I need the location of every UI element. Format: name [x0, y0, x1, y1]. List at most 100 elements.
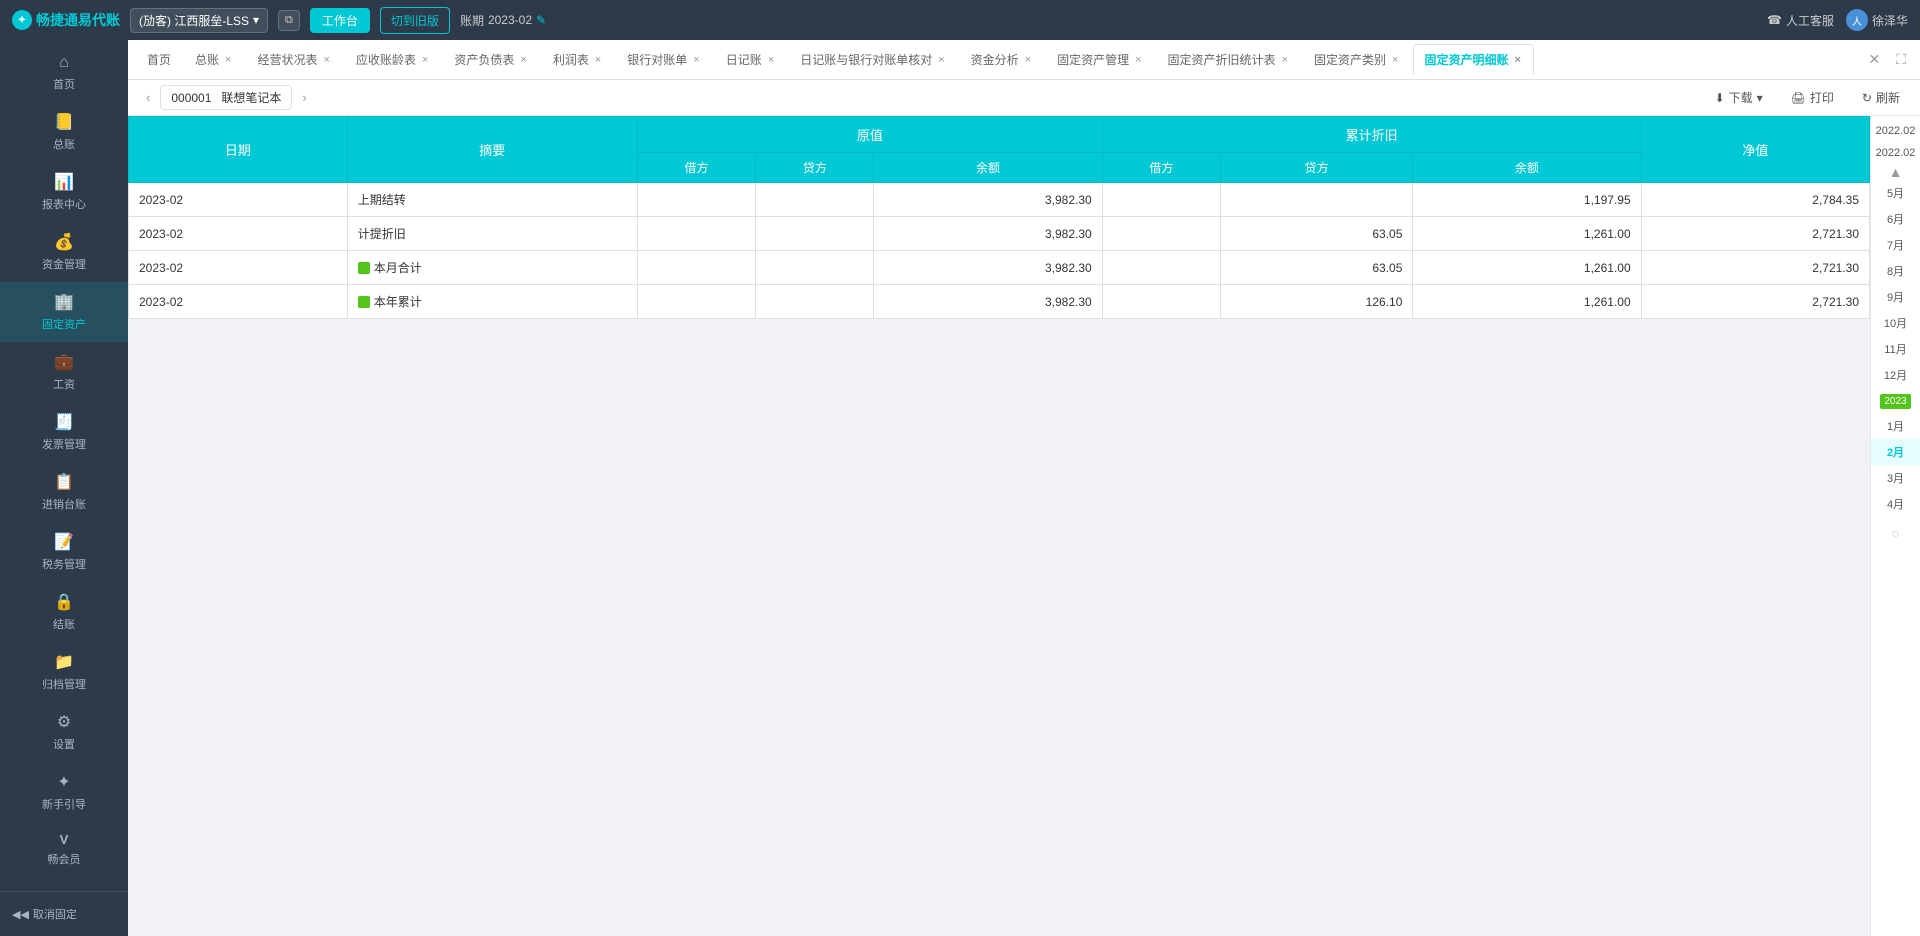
cell-orig-credit-1 [756, 217, 874, 251]
tab-ledger-close[interactable]: × [223, 53, 233, 67]
sidebar-item-capital[interactable]: 💰 资金管理 [0, 222, 128, 282]
tab-profit-label: 利润表 [553, 51, 589, 68]
tab-business-close[interactable]: × [321, 53, 331, 67]
tab-fixed-mgmt[interactable]: 固定资产管理 × [1046, 44, 1154, 75]
sidebar-item-closing[interactable]: 🔒 结账 [0, 582, 128, 642]
tab-receivable[interactable]: 应收账龄表 × [345, 44, 441, 75]
cell-acc-balance-1: 1,261.00 [1413, 217, 1641, 251]
tab-balance-close[interactable]: × [518, 53, 528, 67]
tab-maximize-button[interactable]: ⛶ [1890, 49, 1912, 70]
switch-old-button[interactable]: 切到旧版 [380, 7, 450, 34]
download-button[interactable]: ⬇ 下载 ▾ [1707, 85, 1771, 110]
tab-ledger[interactable]: 总账 × [184, 44, 244, 75]
sidebar-item-settings[interactable]: ⚙ 设置 [0, 702, 128, 762]
tab-profit[interactable]: 利润表 × [542, 44, 614, 75]
company-selector[interactable]: (劢客) 江西服垒-LSS ▾ [130, 8, 268, 33]
archive-icon: 📁 [54, 652, 74, 672]
tab-profit-close[interactable]: × [593, 53, 603, 67]
print-button[interactable]: 🖨 打印 [1783, 85, 1842, 110]
date-panel-3[interactable]: 3月 [1871, 465, 1920, 491]
cancel-fixed-button[interactable]: ◀◀ 取消固定 [4, 900, 124, 928]
date-panel-4[interactable]: 4月 [1871, 491, 1920, 517]
cell-date-1: 2023-02 [129, 217, 348, 251]
th-orig-debit: 借方 [637, 153, 755, 183]
date-panel-10[interactable]: 10月 [1871, 310, 1920, 336]
date-panel-circle-icon[interactable]: ○ [1891, 525, 1899, 541]
tab-journal[interactable]: 日记账 × [715, 44, 787, 75]
sidebar-item-invoice[interactable]: 🧾 发票管理 [0, 402, 128, 462]
service-icon: ☎ [1767, 13, 1782, 27]
tab-home[interactable]: 首页 [136, 44, 182, 75]
refresh-button[interactable]: ↻ 刷新 [1854, 85, 1908, 110]
sidebar-item-ledger[interactable]: 📒 总账 [0, 102, 128, 162]
period-info: 账期 2023-02 ✎ [460, 12, 546, 29]
date-panel-6[interactable]: 6月 [1871, 206, 1920, 232]
refresh-icon: ↻ [1862, 91, 1872, 105]
cell-orig-balance-0: 3,982.30 [874, 183, 1102, 217]
sub-nav-next-arrow[interactable]: › [296, 88, 312, 107]
sidebar-item-reports[interactable]: 📊 报表中心 [0, 162, 128, 222]
copy-button[interactable]: ⧉ [278, 10, 300, 31]
tab-bank-statement[interactable]: 银行对账单 × [616, 44, 712, 75]
asset-tag[interactable]: 000001 联想笔记本 [160, 85, 292, 110]
tab-fixed-detail[interactable]: 固定资产明细账 × [1413, 44, 1533, 75]
th-desc: 摘要 [347, 117, 637, 183]
guide-icon: ✦ [57, 772, 70, 792]
user-info[interactable]: 人 徐泽华 [1846, 9, 1908, 31]
tab-fixed-depreciation[interactable]: 固定资产折旧统计表 × [1157, 44, 1301, 75]
service-button[interactable]: ☎ 人工客服 [1767, 12, 1834, 29]
tab-receivable-close[interactable]: × [420, 53, 430, 67]
tab-journal-bank-close[interactable]: × [936, 53, 946, 67]
main-content: 日期 摘要 原值 累计折旧 净值 借方 贷方 [128, 116, 1920, 936]
date-panel-12[interactable]: 12月 [1871, 362, 1920, 388]
sidebar-item-fixed-assets[interactable]: 🏢 固定资产 [0, 282, 128, 342]
tab-capital-analysis[interactable]: 资金分析 × [960, 44, 1044, 75]
sidebar-item-member[interactable]: V 畅会员 [0, 822, 128, 877]
date-panel-1[interactable]: 1月 [1871, 413, 1920, 439]
reports-icon: 📊 [54, 172, 74, 192]
sidebar-item-guide[interactable]: ✦ 新手引导 [0, 762, 128, 822]
tab-fixed-category-close[interactable]: × [1390, 53, 1400, 67]
date-panel-7[interactable]: 7月 [1871, 232, 1920, 258]
tab-fixed-detail-close[interactable]: × [1512, 53, 1522, 67]
th-original-value: 原值 [637, 117, 1102, 153]
date-panel-5[interactable]: 5月 [1871, 180, 1920, 206]
sidebar-item-archive[interactable]: 📁 归档管理 [0, 642, 128, 702]
tab-journal-close[interactable]: × [766, 53, 776, 67]
cell-orig-credit-3 [756, 285, 874, 319]
tab-fixed-category[interactable]: 固定资产类别 × [1303, 44, 1411, 75]
date-panel-11[interactable]: 11月 [1871, 336, 1920, 362]
edit-period-icon[interactable]: ✎ [536, 13, 546, 27]
table-row: 2023-02 本月合计 3,982.30 63.05 1,261.00 2,7… [129, 251, 1870, 285]
sub-nav-prev-arrow[interactable]: ‹ [140, 88, 156, 107]
tab-journal-label: 日记账 [726, 51, 762, 68]
cell-acc-credit-3: 126.10 [1220, 285, 1412, 319]
tab-close-all-button[interactable]: ✕ [1862, 49, 1886, 70]
tab-capital-analysis-close[interactable]: × [1023, 53, 1033, 67]
tab-journal-bank[interactable]: 日记账与银行对账单核对 × [789, 44, 957, 75]
service-label: 人工客服 [1786, 12, 1834, 29]
sidebar-item-home[interactable]: ⌂ 首页 [0, 44, 128, 102]
tab-fixed-depreciation-close[interactable]: × [1280, 53, 1290, 67]
tab-balance[interactable]: 资产负债表 × [443, 44, 539, 75]
cancel-fixed-label: 取消固定 [33, 906, 77, 922]
date-panel-8[interactable]: 8月 [1871, 258, 1920, 284]
tab-business[interactable]: 经营状况表 × [246, 44, 342, 75]
member-icon: V [60, 832, 69, 847]
pin-icon: ◀◀ [12, 908, 29, 921]
tab-fixed-detail-label: 固定资产明细账 [1424, 51, 1508, 68]
tab-fixed-category-label: 固定资产类别 [1314, 51, 1386, 68]
sidebar-item-payroll[interactable]: 💼 工资 [0, 342, 128, 402]
cell-net-value-0: 2,784.35 [1641, 183, 1869, 217]
date-panel-first[interactable]: 2022.02 [1871, 120, 1920, 142]
sidebar-item-sales-ledger[interactable]: 📋 进销台账 [0, 462, 128, 522]
tab-bank-statement-close[interactable]: × [691, 53, 701, 67]
date-panel-9[interactable]: 9月 [1871, 284, 1920, 310]
sidebar-item-tax[interactable]: 📝 税务管理 [0, 522, 128, 582]
work-order-button[interactable]: 工作台 [310, 8, 370, 33]
invoice-icon: 🧾 [54, 412, 74, 432]
cell-acc-balance-2: 1,261.00 [1413, 251, 1641, 285]
date-panel-2[interactable]: 2月 [1871, 439, 1920, 465]
tab-fixed-mgmt-close[interactable]: × [1133, 53, 1143, 67]
cell-orig-balance-1: 3,982.30 [874, 217, 1102, 251]
